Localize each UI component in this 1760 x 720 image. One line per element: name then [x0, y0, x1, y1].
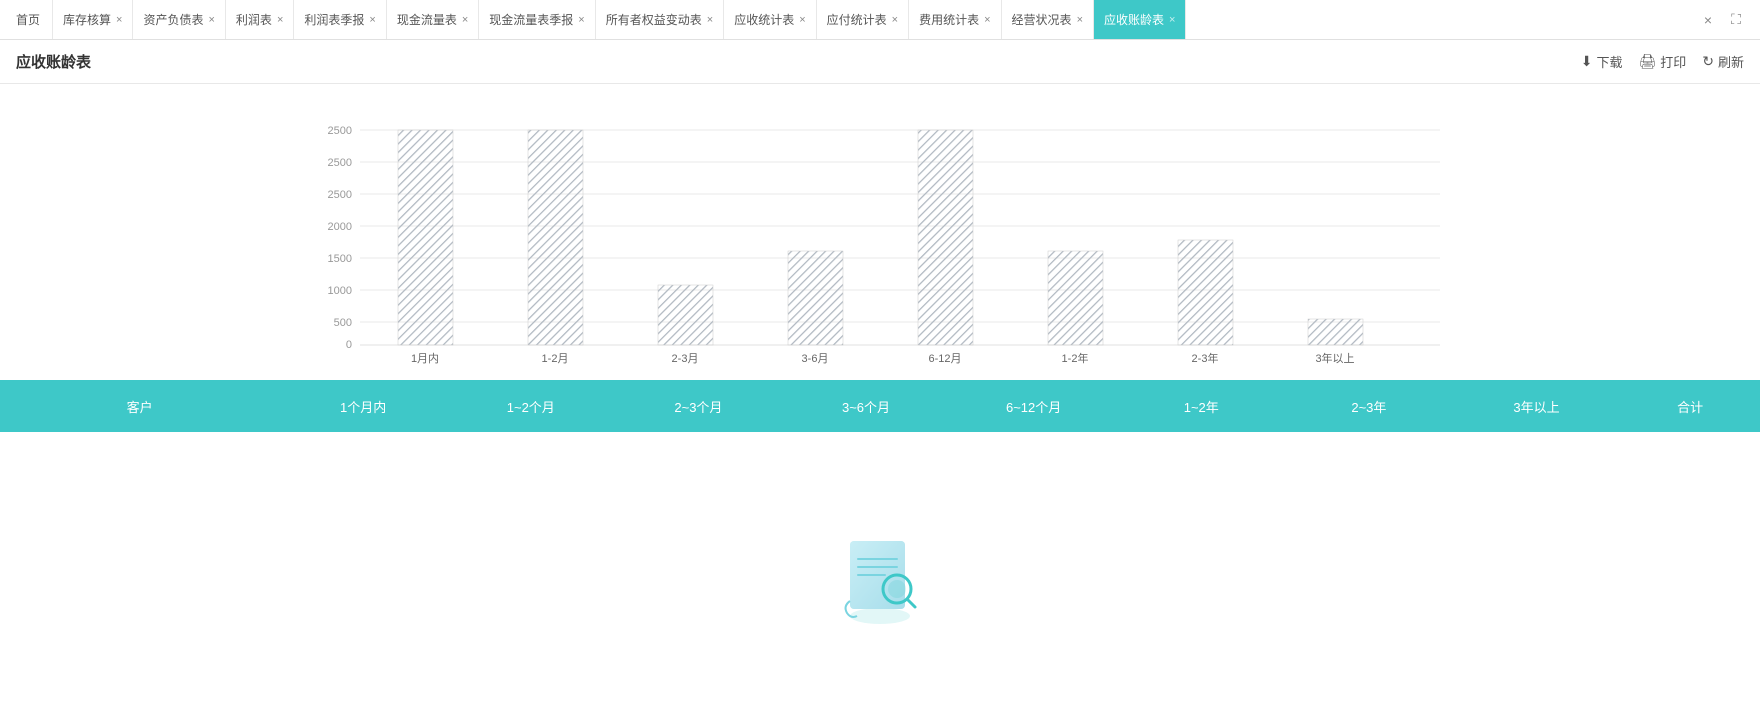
download-label: 下载 — [1596, 52, 1622, 71]
print-icon: 🖨 — [1638, 53, 1656, 70]
table-header: 客户 1个月内 1~2个月 2~3个月 3~6个月 6~12个月 1~2年 2~… — [0, 380, 1760, 432]
svg-text:2500: 2500 — [328, 125, 352, 137]
tab-profit-quarterly-label: 利润表季报 — [304, 11, 364, 28]
bar-2-3month — [658, 285, 713, 345]
tab-cashflow-label: 现金流量表 — [397, 11, 457, 28]
tab-equity[interactable]: 所有者权益变动表 × — [596, 0, 724, 40]
tab-ar-stats[interactable]: 应收统计表 × — [724, 0, 816, 40]
th-1month: 1个月内 — [279, 380, 447, 432]
tab-profit-quarterly-close[interactable]: × — [369, 14, 375, 26]
tab-expense-stats-label: 费用统计表 — [919, 11, 979, 28]
svg-text:3年以上: 3年以上 — [1315, 351, 1354, 365]
bar-1month — [398, 130, 453, 345]
tab-inventory-label: 库存核算 — [63, 11, 111, 28]
chart-container: 2500 2500 2500 2000 1500 1000 500 0 — [30, 100, 1730, 370]
tab-home[interactable]: 首页 — [4, 0, 53, 40]
tab-cashflow-quarterly-close[interactable]: × — [578, 14, 584, 26]
svg-text:2-3月: 2-3月 — [672, 353, 699, 365]
tab-profit[interactable]: 利润表 × — [226, 0, 294, 40]
svg-text:3-6月: 3-6月 — [802, 353, 829, 365]
svg-text:6-12月: 6-12月 — [928, 353, 961, 365]
window-controls: × ⛶ — [1688, 10, 1756, 30]
refresh-label: 刷新 — [1718, 52, 1744, 71]
tab-inventory[interactable]: 库存核算 × — [53, 0, 133, 40]
bar-2-3year — [1178, 240, 1233, 345]
refresh-button[interactable]: ↻ 刷新 — [1702, 52, 1744, 71]
tab-operation-close[interactable]: × — [1077, 14, 1083, 26]
tab-ar-stats-close[interactable]: × — [799, 14, 805, 26]
empty-state — [0, 432, 1760, 720]
svg-text:2-3年: 2-3年 — [1192, 351, 1219, 365]
download-icon: ⬇ — [1581, 53, 1593, 70]
tab-inventory-close[interactable]: × — [116, 14, 122, 26]
bar-1-2year — [1048, 251, 1103, 345]
svg-text:2500: 2500 — [328, 157, 352, 169]
download-button[interactable]: ⬇ 下载 — [1581, 52, 1623, 71]
tab-ap-stats-close[interactable]: × — [892, 14, 898, 26]
tab-balance-sheet[interactable]: 资产负债表 × — [133, 0, 225, 40]
main-content: 2500 2500 2500 2000 1500 1000 500 0 — [0, 84, 1760, 720]
refresh-icon: ↻ — [1702, 53, 1714, 70]
tab-ar-stats-label: 应收统计表 — [734, 11, 794, 28]
svg-text:2000: 2000 — [328, 221, 352, 233]
tab-expense-stats[interactable]: 费用统计表 × — [909, 0, 1001, 40]
tab-ar-aging[interactable]: 应收账龄表 × — [1094, 0, 1186, 40]
tab-cashflow-quarterly[interactable]: 现金流量表季报 × — [479, 0, 595, 40]
bar-chart: 2500 2500 2500 2000 1500 1000 500 0 — [30, 100, 1730, 370]
svg-text:1500: 1500 — [328, 253, 352, 265]
tab-profit-quarterly[interactable]: 利润表季报 × — [294, 0, 386, 40]
tab-cashflow[interactable]: 现金流量表 × — [387, 0, 479, 40]
page-header: 应收账龄表 ⬇ 下载 🖨 打印 ↻ 刷新 — [0, 40, 1760, 84]
th-6-12month: 6~12个月 — [950, 380, 1118, 432]
tab-equity-label: 所有者权益变动表 — [606, 11, 702, 28]
tab-operation[interactable]: 经营状况表 × — [1002, 0, 1094, 40]
close-button[interactable]: × — [1698, 10, 1718, 30]
tab-balance-sheet-label: 资产负债表 — [143, 11, 203, 28]
tab-cashflow-close[interactable]: × — [462, 14, 468, 26]
svg-text:1月内: 1月内 — [411, 351, 439, 365]
empty-illustration — [825, 521, 935, 631]
bar-6-12month — [918, 130, 973, 345]
page-title: 应收账龄表 — [16, 51, 91, 72]
svg-text:1-2月: 1-2月 — [542, 353, 569, 365]
th-1-2year: 1~2年 — [1117, 380, 1285, 432]
th-3-6month: 3~6个月 — [782, 380, 950, 432]
header-actions: ⬇ 下载 🖨 打印 ↻ 刷新 — [1581, 52, 1744, 71]
bar-3-6month — [788, 251, 843, 345]
svg-text:500: 500 — [334, 317, 352, 329]
svg-text:1000: 1000 — [328, 285, 352, 297]
print-label: 打印 — [1660, 52, 1686, 71]
tab-ap-stats[interactable]: 应付统计表 × — [817, 0, 909, 40]
tab-ar-aging-label: 应收账龄表 — [1104, 11, 1164, 28]
th-1-2month: 1~2个月 — [447, 380, 615, 432]
tab-expense-stats-close[interactable]: × — [984, 14, 990, 26]
tab-operation-label: 经营状况表 — [1012, 11, 1072, 28]
svg-text:1-2年: 1-2年 — [1062, 351, 1089, 365]
tab-home-label: 首页 — [16, 11, 40, 28]
tab-profit-close[interactable]: × — [277, 14, 283, 26]
tab-cashflow-quarterly-label: 现金流量表季报 — [489, 11, 573, 28]
svg-text:0: 0 — [346, 339, 352, 351]
print-button[interactable]: 🖨 打印 — [1638, 52, 1686, 71]
th-total: 合计 — [1620, 380, 1760, 432]
maximize-button[interactable]: ⛶ — [1726, 10, 1746, 30]
tab-profit-label: 利润表 — [236, 11, 272, 28]
th-2-3year: 2~3年 — [1285, 380, 1453, 432]
tab-ar-aging-close[interactable]: × — [1169, 14, 1175, 26]
tab-ap-stats-label: 应付统计表 — [827, 11, 887, 28]
bar-3plus-year — [1308, 319, 1363, 345]
th-3plus-year: 3年以上 — [1453, 380, 1621, 432]
tab-balance-sheet-close[interactable]: × — [208, 14, 214, 26]
th-2-3month: 2~3个月 — [615, 380, 783, 432]
svg-text:2500: 2500 — [328, 189, 352, 201]
bar-1-2month — [528, 130, 583, 345]
tab-bar: 首页 库存核算 × 资产负债表 × 利润表 × 利润表季报 × 现金流量表 × … — [0, 0, 1760, 40]
tab-equity-close[interactable]: × — [707, 14, 713, 26]
th-customer: 客户 — [0, 380, 279, 432]
chart-area: 2500 2500 2500 2000 1500 1000 500 0 — [0, 84, 1760, 380]
